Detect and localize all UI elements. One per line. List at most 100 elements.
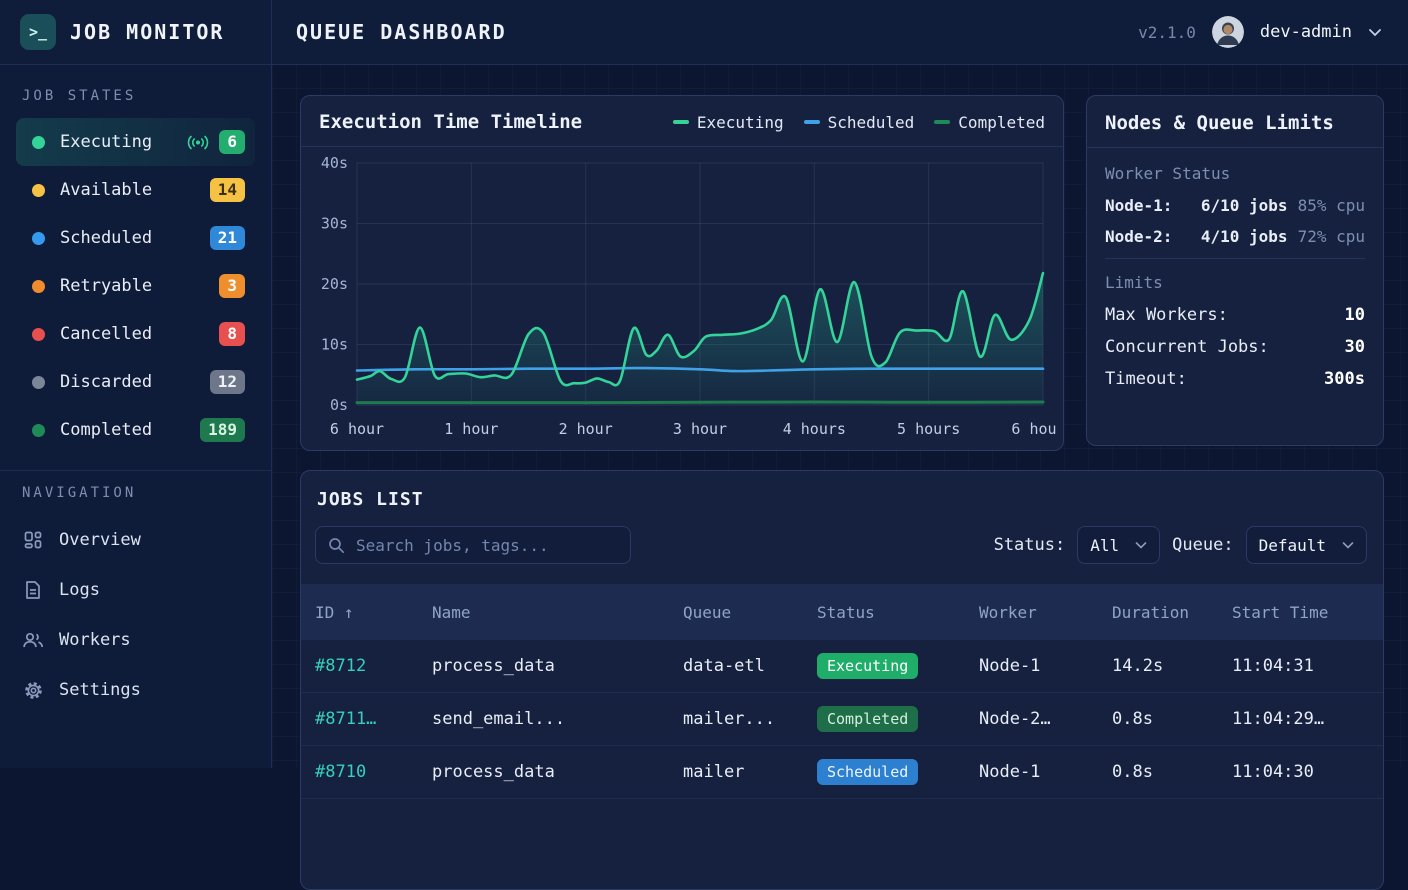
state-count-badge: 6 <box>219 130 245 154</box>
queue-filter-label: Queue: <box>1172 535 1234 555</box>
job-worker: Node-1 <box>979 762 1041 782</box>
legend-swatch-icon <box>803 120 820 124</box>
limit-row: Max Workers: 10 <box>1105 305 1365 325</box>
state-dot-icon <box>32 135 45 149</box>
job-state-item[interactable]: Completed 189 <box>16 406 255 454</box>
job-id-link[interactable]: #8712 <box>301 656 418 676</box>
status-badge: Executing <box>817 653 919 679</box>
state-count-badge: 8 <box>219 322 245 346</box>
job-state-item[interactable]: Available 14 <box>16 166 255 214</box>
legend-swatch-icon <box>672 120 689 124</box>
limit-label: Timeout: <box>1105 369 1187 389</box>
worker-status-heading: Worker Status <box>1105 164 1231 183</box>
sidebar-divider <box>0 470 271 471</box>
search-box[interactable] <box>315 526 631 564</box>
job-states-heading: JOB STATES <box>22 88 137 104</box>
legend-scheduled: Scheduled <box>803 113 914 132</box>
job-queue: mailer... <box>683 709 776 729</box>
limit-value: 10 <box>1344 305 1365 325</box>
state-dot-icon <box>32 183 45 197</box>
chart-legend: Executing Scheduled Completed <box>672 113 1045 132</box>
column-header[interactable]: Worker <box>965 603 1098 622</box>
search-input[interactable] <box>354 534 618 556</box>
worker-jobs: 6/10 jobs <box>1200 196 1288 215</box>
header-right: v2.1.0 dev-admin <box>1138 16 1408 48</box>
sidebar-item-workers[interactable]: Workers <box>16 615 255 665</box>
state-label: Scheduled <box>60 228 153 248</box>
worker-name: Node-2: <box>1105 227 1173 246</box>
svg-text:40s: 40s <box>321 154 348 172</box>
top-header: >_ JOB MONITOR QUEUE DASHBOARD v2.1.0 de… <box>0 0 1408 65</box>
job-start-time: 11:04:31 <box>1232 656 1314 676</box>
table-row[interactable]: #8710 process_data mailer Scheduled Node… <box>301 746 1383 799</box>
job-id-link[interactable]: #8711… <box>301 709 418 729</box>
limit-value: 300s <box>1324 369 1365 389</box>
state-dot-icon <box>32 375 45 389</box>
chevron-down-icon <box>1135 542 1147 549</box>
column-header[interactable]: Start Time <box>1218 603 1383 622</box>
document-icon <box>22 579 44 601</box>
legend-completed: Completed <box>934 113 1045 132</box>
sidebar-item-overview[interactable]: Overview <box>16 515 255 565</box>
jobs-panel: JOBS LIST Status: All Queue: Default <box>300 470 1384 890</box>
status-badge: Scheduled <box>817 759 919 785</box>
terminal-icon: >_ <box>20 14 56 50</box>
app-name: JOB MONITOR <box>70 20 225 44</box>
job-status-cell: Completed <box>803 706 965 732</box>
state-dot-icon <box>32 231 45 245</box>
job-id-link[interactable]: #8710 <box>301 762 418 782</box>
column-header[interactable]: Queue <box>669 603 803 622</box>
limit-value: 30 <box>1344 337 1365 357</box>
sidebar-item-logs[interactable]: Logs <box>16 565 255 615</box>
chevron-down-icon[interactable] <box>1368 27 1382 37</box>
column-header[interactable]: Name <box>418 603 669 622</box>
job-state-item[interactable]: Retryable 3 <box>16 262 255 310</box>
job-start-time: 11:04:29… <box>1232 709 1325 729</box>
worker-cpu: 85% cpu <box>1297 196 1365 215</box>
brand-area: >_ JOB MONITOR <box>0 0 272 64</box>
version-label: v2.1.0 <box>1138 22 1196 42</box>
state-count-badge: 21 <box>209 226 245 250</box>
state-dot-icon <box>32 279 45 293</box>
worker-jobs: 4/10 jobs <box>1200 227 1288 246</box>
svg-text:20s: 20s <box>321 275 348 293</box>
state-label: Cancelled <box>60 324 153 344</box>
job-queue: data-etl <box>683 656 765 676</box>
state-label: Executing <box>60 132 153 152</box>
sidebar-item-settings[interactable]: Settings <box>16 665 255 715</box>
worker-row: Node-2: 4/10 jobs 72% cpu <box>1105 227 1365 246</box>
column-header[interactable]: Duration <box>1098 603 1218 622</box>
limits-list: Max Workers: 10 Concurrent Jobs: 30 Time… <box>1105 305 1365 389</box>
job-state-item[interactable]: Discarded 12 <box>16 358 255 406</box>
user-menu[interactable]: dev-admin <box>1260 22 1352 42</box>
queue-filter-select[interactable]: Default <box>1245 526 1367 564</box>
table-row[interactable]: #8711… send_email... mailer... Completed… <box>301 693 1383 746</box>
avatar[interactable] <box>1211 16 1244 48</box>
job-duration: 14.2s <box>1112 656 1164 676</box>
job-name: process_data <box>432 656 555 676</box>
status-filter-select[interactable]: All <box>1077 526 1161 564</box>
svg-text:5 hours: 5 hours <box>897 420 960 438</box>
users-icon <box>22 629 44 651</box>
worker-status-list: Node-1: 6/10 jobs 85% cpu Node-2: 4/10 j… <box>1105 196 1365 246</box>
job-duration: 0.8s <box>1112 762 1153 782</box>
svg-text:6 hours: 6 hours <box>1011 420 1057 438</box>
live-signal-icon <box>187 135 209 150</box>
state-dot-icon <box>32 327 45 341</box>
timeline-title: Execution Time Timeline <box>319 111 583 133</box>
column-header[interactable]: Status <box>803 603 965 622</box>
jobs-controls: Status: All Queue: Default <box>315 526 1367 564</box>
timeline-panel-header: Execution Time Timeline Executing Schedu… <box>301 96 1063 147</box>
page-title: QUEUE DASHBOARD <box>296 20 507 44</box>
svg-text:2 hour: 2 hour <box>559 420 613 438</box>
column-header[interactable]: ID ↑ <box>301 603 418 622</box>
grid-icon <box>22 529 44 551</box>
job-state-item[interactable]: Cancelled 8 <box>16 310 255 358</box>
svg-text:6 hour: 6 hour <box>330 420 384 438</box>
job-state-item[interactable]: Scheduled 21 <box>16 214 255 262</box>
table-row[interactable]: #8712 process_data data-etl Executing No… <box>301 640 1383 693</box>
nodes-panel: Nodes & Queue Limits Worker Status Node-… <box>1086 95 1384 446</box>
job-state-item[interactable]: Executing 6 <box>16 118 255 166</box>
job-worker: Node-2… <box>979 709 1051 729</box>
job-queue: mailer <box>683 762 745 782</box>
